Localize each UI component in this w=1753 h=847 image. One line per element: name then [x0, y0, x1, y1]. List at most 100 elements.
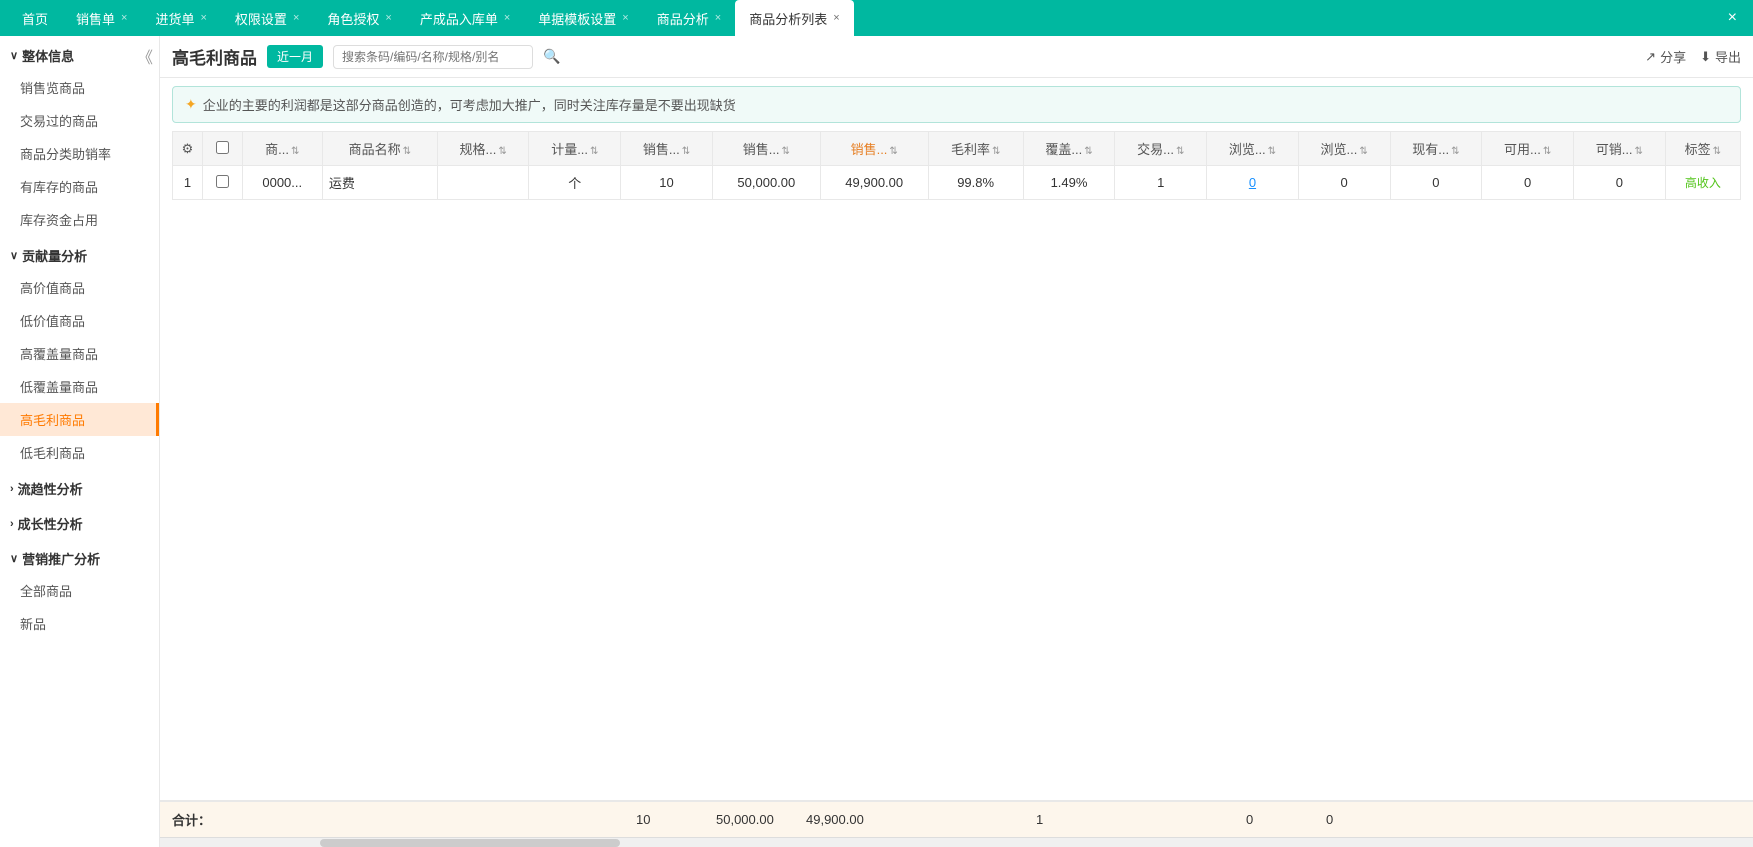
- horizontal-scrollbar[interactable]: [160, 837, 1753, 847]
- chevron-down-icon: ∨: [10, 552, 18, 565]
- table-row: 1 0000... 运费 个 10 50,000.00 49,900.00 99…: [173, 166, 1741, 200]
- column-code[interactable]: 商...⇅: [242, 132, 322, 166]
- row-checkbox[interactable]: [216, 175, 229, 188]
- export-button[interactable]: ⬇ 导出: [1700, 47, 1741, 66]
- cell-checkbox[interactable]: [203, 166, 243, 200]
- column-available[interactable]: 可用...⇅: [1482, 132, 1574, 166]
- scrollbar-thumb[interactable]: [320, 839, 620, 847]
- search-input[interactable]: [333, 45, 533, 69]
- column-sales-amount[interactable]: 销售...⇅: [712, 132, 820, 166]
- column-settings[interactable]: ⚙: [173, 132, 203, 166]
- cell-spec: [437, 166, 529, 200]
- cell-coverage: 1.49%: [1023, 166, 1115, 200]
- sidebar-group-contribution[interactable]: ∨ 贡献量分析: [0, 236, 159, 271]
- sidebar: 《 ∨ 整体信息 销售览商品 交易过的商品 商品分类助销率 有库存的商品 库存资…: [0, 36, 160, 847]
- cell-name: 运费: [322, 166, 437, 200]
- select-all-checkbox[interactable]: [216, 141, 229, 154]
- nav-template-settings[interactable]: 单据模板设置 ×: [524, 0, 642, 36]
- share-icon: ↗: [1645, 49, 1656, 65]
- sidebar-item-low-margin[interactable]: 低毛利商品: [0, 436, 159, 469]
- column-checkbox[interactable]: [203, 132, 243, 166]
- cell-available: 0: [1482, 166, 1574, 200]
- nav-sales-order[interactable]: 销售单 ×: [62, 0, 141, 36]
- footer-current-stock: 0: [1246, 812, 1326, 827]
- sidebar-group-marketing[interactable]: ∨ 营销推广分析: [0, 539, 159, 574]
- chevron-right-icon: ›: [10, 518, 14, 530]
- footer-sales-profit: 49,900.00: [806, 812, 896, 827]
- info-banner: ✦ 企业的主要的利润都是这部分商品创造的，可考虑加大推广，同时关注库存量是不要出…: [172, 86, 1741, 123]
- nav-home[interactable]: 首页: [8, 0, 62, 36]
- sidebar-item-low-coverage[interactable]: 低覆盖量商品: [0, 370, 159, 403]
- sidebar-item-stock-capital[interactable]: 库存资金占用: [0, 203, 159, 236]
- footer-trade: 1: [1036, 812, 1106, 827]
- chevron-down-icon: ∨: [10, 49, 18, 62]
- sidebar-item-sales-overview[interactable]: 销售览商品: [0, 71, 159, 104]
- column-sales-profit[interactable]: 销售...⇅: [820, 132, 928, 166]
- share-button[interactable]: ↗ 分享: [1645, 47, 1686, 66]
- column-name[interactable]: 商品名称⇅: [322, 132, 437, 166]
- close-icon[interactable]: ×: [385, 12, 391, 24]
- sidebar-item-high-margin[interactable]: 高毛利商品: [0, 403, 159, 436]
- cell-gross-margin: 99.8%: [928, 166, 1023, 200]
- product-table: ⚙ 商...⇅ 商品名称⇅ 规格...⇅ 计量...⇅ 销售...⇅ 销售...…: [172, 131, 1741, 200]
- sidebar-group-trend[interactable]: › 流趋性分析: [0, 469, 159, 504]
- sidebar-item-in-stock-goods[interactable]: 有库存的商品: [0, 170, 159, 203]
- footer-label: 合计：: [172, 810, 252, 829]
- cell-current-stock: 0: [1390, 166, 1482, 200]
- close-all-tabs-button[interactable]: ×: [1720, 9, 1745, 27]
- period-filter-button[interactable]: 近一月: [267, 45, 323, 68]
- column-browse2[interactable]: 浏览...⇅: [1298, 132, 1390, 166]
- nav-product-inbound[interactable]: 产成品入库单 ×: [406, 0, 524, 36]
- chevron-down-icon: ∨: [10, 249, 18, 262]
- nav-role-auth[interactable]: 角色授权 ×: [313, 0, 405, 36]
- sidebar-group-overall-info[interactable]: ∨ 整体信息: [0, 36, 159, 71]
- column-saleable[interactable]: 可销...⇅: [1573, 132, 1665, 166]
- nav-purchase-order[interactable]: 进货单 ×: [141, 0, 220, 36]
- close-icon[interactable]: ×: [833, 12, 839, 24]
- info-icon: ✦: [185, 96, 197, 113]
- cell-sales-amount: 50,000.00: [712, 166, 820, 200]
- main-layout: 《 ∨ 整体信息 销售览商品 交易过的商品 商品分类助销率 有库存的商品 库存资…: [0, 36, 1753, 847]
- column-current-stock[interactable]: 现有...⇅: [1390, 132, 1482, 166]
- sidebar-group-growth[interactable]: › 成长性分析: [0, 504, 159, 539]
- footer-sales-count: 10: [636, 812, 716, 827]
- product-table-wrapper: ⚙ 商...⇅ 商品名称⇅ 规格...⇅ 计量...⇅ 销售...⇅ 销售...…: [160, 131, 1753, 800]
- nav-product-analysis-list[interactable]: 商品分析列表 ×: [735, 0, 853, 36]
- nav-permission-settings[interactable]: 权限设置 ×: [221, 0, 313, 36]
- column-tag[interactable]: 标签⇅: [1665, 132, 1740, 166]
- column-coverage[interactable]: 覆盖...⇅: [1023, 132, 1115, 166]
- sidebar-item-traded-goods[interactable]: 交易过的商品: [0, 104, 159, 137]
- column-spec[interactable]: 规格...⇅: [437, 132, 529, 166]
- close-icon[interactable]: ×: [200, 12, 206, 24]
- sidebar-item-new-goods[interactable]: 新品: [0, 607, 159, 640]
- search-icon[interactable]: 🔍: [543, 48, 560, 65]
- close-icon[interactable]: ×: [121, 12, 127, 24]
- sidebar-item-category-sales-rate[interactable]: 商品分类助销率: [0, 137, 159, 170]
- close-icon[interactable]: ×: [504, 12, 510, 24]
- content-header: 高毛利商品 近一月 🔍 ↗ 分享 ⬇ 导出: [160, 36, 1753, 78]
- table-footer: 合计： 10 50,000.00 49,900.00 1 0 0: [160, 800, 1753, 837]
- column-browse1[interactable]: 浏览...⇅: [1207, 132, 1299, 166]
- column-trade[interactable]: 交易...⇅: [1115, 132, 1207, 166]
- sidebar-collapse-button[interactable]: 《: [137, 44, 153, 68]
- column-sales-count[interactable]: 销售...⇅: [621, 132, 713, 166]
- sidebar-item-low-value[interactable]: 低价值商品: [0, 304, 159, 337]
- nav-product-analysis[interactable]: 商品分析 ×: [643, 0, 735, 36]
- cell-browse1[interactable]: 0: [1207, 166, 1299, 200]
- page-title: 高毛利商品: [172, 44, 257, 69]
- content-area: 高毛利商品 近一月 🔍 ↗ 分享 ⬇ 导出 ✦ 企业的主要的利润都是这部分商品创…: [160, 36, 1753, 847]
- close-icon[interactable]: ×: [293, 12, 299, 24]
- close-icon[interactable]: ×: [715, 12, 721, 24]
- footer-cells: 10 50,000.00 49,900.00 1 0 0: [252, 812, 1406, 827]
- sidebar-item-high-coverage[interactable]: 高覆盖量商品: [0, 337, 159, 370]
- sidebar-item-all-goods[interactable]: 全部商品: [0, 574, 159, 607]
- header-actions: ↗ 分享 ⬇ 导出: [1645, 47, 1741, 66]
- sidebar-item-high-value[interactable]: 高价值商品: [0, 271, 159, 304]
- column-unit[interactable]: 计量...⇅: [529, 132, 621, 166]
- close-icon[interactable]: ×: [622, 12, 628, 24]
- cell-index: 1: [173, 166, 203, 200]
- cell-browse2: 0: [1298, 166, 1390, 200]
- cell-unit: 个: [529, 166, 621, 200]
- column-gross-margin[interactable]: 毛利率⇅: [928, 132, 1023, 166]
- cell-sales-count: 10: [621, 166, 713, 200]
